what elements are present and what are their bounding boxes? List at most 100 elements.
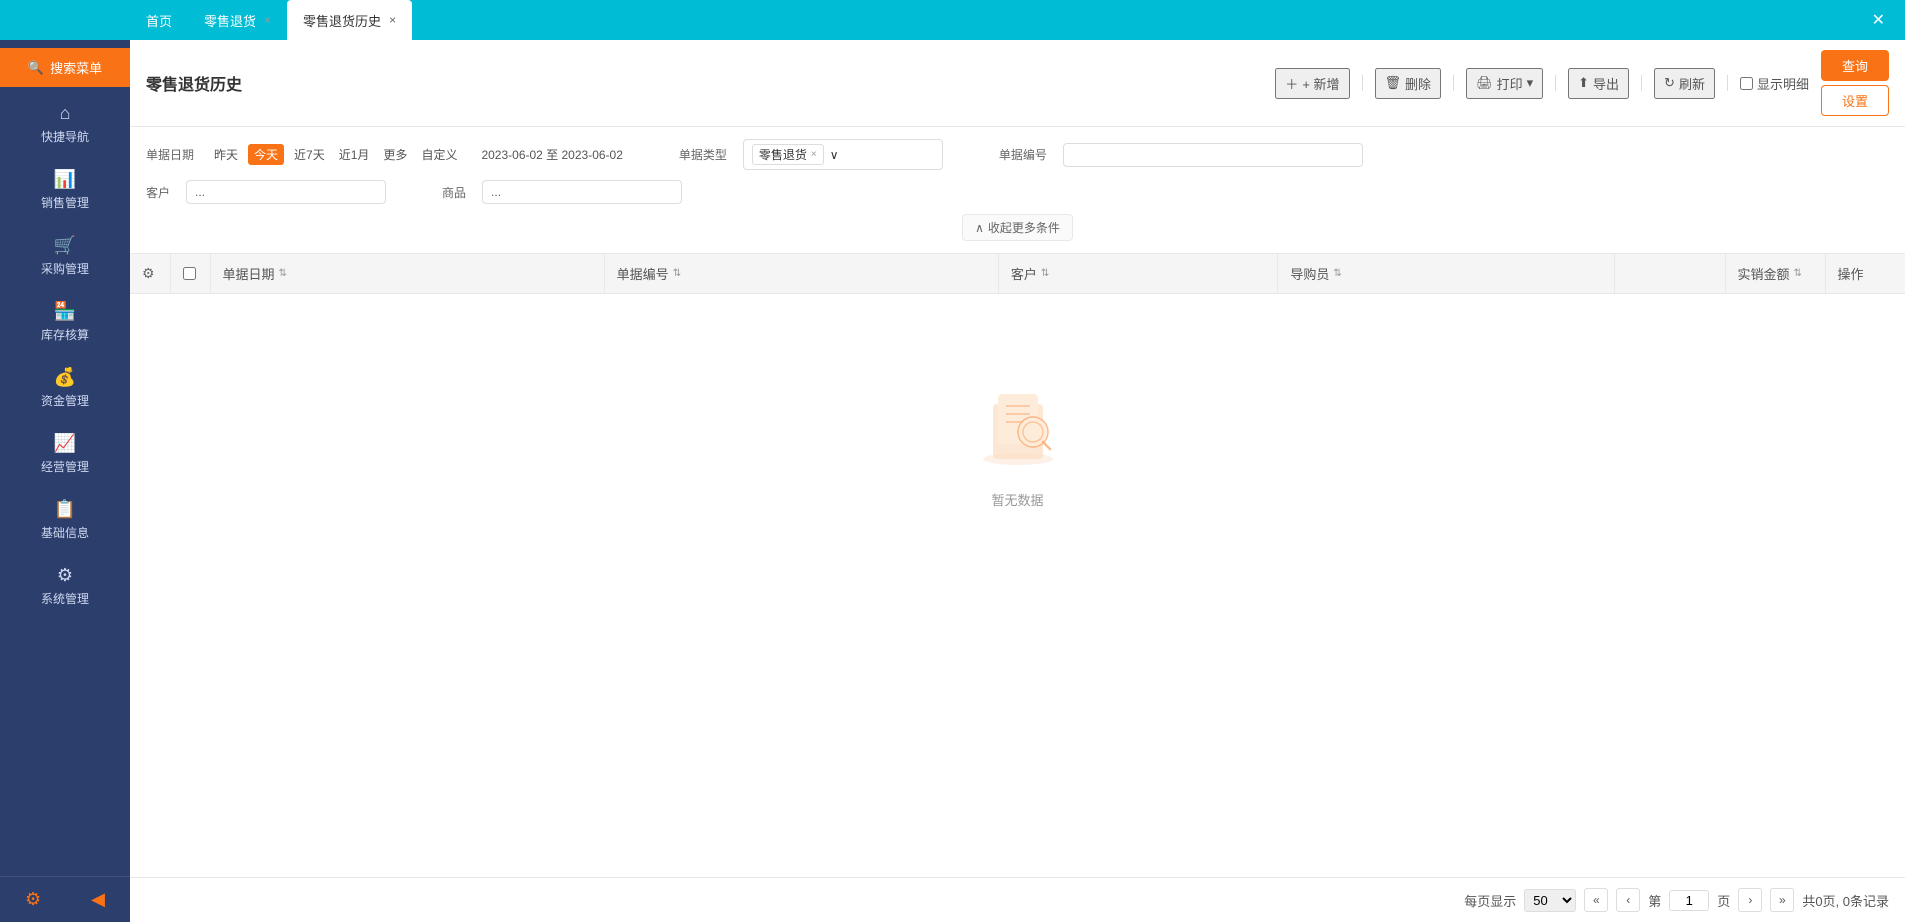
empty-text: 暂无数据 — [991, 490, 1043, 509]
header-actions: ＋ + 新增 🗑 删除 🖨 打印 ▾ ⬆ 导出 — [1275, 50, 1889, 116]
sidebar-item-quick-nav[interactable]: ⌂ 快捷导航 — [0, 91, 130, 157]
sidebar-item-inventory-label: 库存核算 — [41, 326, 89, 343]
type-filter-select[interactable]: 零售退货 × ∨ — [743, 139, 943, 170]
th-customer[interactable]: 客户 — [998, 254, 1278, 294]
refresh-icon: ↻ — [1664, 75, 1675, 91]
sidebar-item-basic-info[interactable]: 📋 基础信息 — [0, 487, 130, 553]
th-checkbox — [170, 254, 210, 294]
home-icon: ⌂ — [60, 103, 71, 124]
sidebar-item-sales-mgmt[interactable]: 📊 销售管理 — [0, 157, 130, 223]
type-tag-value: 零售退货 — [759, 146, 807, 163]
page-label: 第 — [1648, 891, 1661, 910]
ops-icon: 📈 — [54, 433, 76, 454]
collapse-sidebar-icon[interactable]: ◀ — [91, 889, 105, 910]
tab-retail-return-history-close[interactable]: × — [389, 13, 396, 27]
customer-filter-label: 客户 — [146, 184, 170, 201]
setting-button[interactable]: 设置 — [1821, 85, 1889, 116]
date-opt-1month[interactable]: 近1月 — [335, 144, 374, 165]
delete-button[interactable]: 🗑 删除 — [1375, 68, 1442, 99]
inventory-icon: 🏪 — [54, 301, 76, 322]
sidebar-item-inventory[interactable]: 🏪 库存核算 — [0, 289, 130, 355]
date-opt-yesterday[interactable]: 昨天 — [210, 144, 242, 165]
date-opt-more[interactable]: 更多 — [379, 144, 411, 165]
sidebar-item-sys-label: 系统管理 — [41, 590, 89, 607]
date-filter-label: 单据日期 — [146, 146, 194, 163]
table-area: ⚙ 单据日期 — [130, 254, 1905, 877]
divider-1 — [1362, 75, 1363, 91]
sort-guide[interactable]: 导购员 — [1290, 264, 1602, 283]
sidebar-item-finance[interactable]: 💰 资金管理 — [0, 355, 130, 421]
export-button[interactable]: ⬆ 导出 — [1568, 68, 1629, 99]
tab-home[interactable]: 首页 — [130, 0, 188, 40]
select-all-checkbox[interactable] — [183, 267, 196, 280]
sort-bill-no[interactable]: 单据编号 — [617, 264, 986, 283]
sort-customer[interactable]: 客户 — [1011, 264, 1266, 283]
query-button[interactable]: 查询 — [1821, 50, 1889, 81]
sidebar-item-sys-mgmt[interactable]: ⚙ 系统管理 — [0, 553, 130, 619]
search-icon: 🔍 — [28, 60, 44, 76]
tab-retail-return-history[interactable]: 零售退货历史 × — [287, 0, 412, 40]
show-detail-checkbox[interactable] — [1740, 77, 1753, 90]
page-input[interactable] — [1669, 890, 1709, 911]
per-page-select[interactable]: 50 20 100 — [1524, 889, 1576, 912]
sys-icon: ⚙ — [57, 565, 73, 586]
finance-icon: 💰 — [54, 367, 76, 388]
sidebar-item-ops-mgmt[interactable]: 📈 经营管理 — [0, 421, 130, 487]
goods-filter-label: 商品 — [442, 184, 466, 201]
date-opt-custom[interactable]: 自定义 — [417, 144, 461, 165]
last-page-button[interactable]: » — [1770, 888, 1794, 912]
type-tag: 零售退货 × — [752, 144, 824, 165]
empty-state: 暂无数据 — [130, 294, 1905, 589]
date-opt-7days[interactable]: 近7天 — [290, 144, 329, 165]
tab-retail-return-label: 零售退货 — [204, 11, 256, 30]
th-guide[interactable]: 导购员 — [1278, 254, 1615, 294]
type-dropdown-icon[interactable]: ∨ — [830, 148, 839, 162]
print-icon: 🖨 — [1476, 75, 1493, 91]
page-header: 零售退货历史 ＋ + 新增 🗑 删除 🖨 打印 ▾ — [130, 40, 1905, 127]
sidebar-search[interactable]: 🔍 搜索菜单 — [0, 48, 130, 87]
print-button[interactable]: 🖨 打印 ▾ — [1466, 68, 1543, 99]
page-title: 零售退货历史 — [146, 71, 242, 95]
collapse-filter-button[interactable]: ∧ 收起更多条件 — [962, 214, 1073, 241]
customer-input[interactable] — [186, 180, 386, 204]
divider-2 — [1453, 75, 1454, 91]
filter-area: 单据日期 昨天 今天 近7天 近1月 更多 自定义 2023-06-02 至 2… — [130, 127, 1905, 254]
tab-retail-return[interactable]: 零售退货 × — [188, 0, 287, 40]
sidebar-item-purchase-label: 采购管理 — [41, 260, 89, 277]
settings-bottom-icon[interactable]: ⚙ — [25, 889, 41, 910]
sidebar-item-finance-label: 资金管理 — [41, 392, 89, 409]
goods-input[interactable] — [482, 180, 682, 204]
type-tag-close[interactable]: × — [811, 149, 817, 160]
bill-no-label: 单据编号 — [999, 146, 1047, 163]
divider-4 — [1641, 75, 1642, 91]
next-page-button[interactable]: › — [1738, 888, 1762, 912]
sort-amount[interactable]: 实销金额 — [1738, 264, 1813, 283]
print-label: 打印 — [1497, 74, 1523, 93]
sidebar-item-basic-label: 基础信息 — [41, 524, 89, 541]
gear-icon[interactable]: ⚙ — [142, 265, 155, 281]
show-detail-checkbox-label[interactable]: 显示明细 — [1740, 74, 1809, 93]
bill-no-input[interactable] — [1063, 143, 1363, 167]
first-page-button[interactable]: « — [1584, 888, 1608, 912]
pagination-bar: 每页显示 50 20 100 « ‹ 第 页 › » 共0页, 0条记录 — [130, 877, 1905, 922]
table-header: ⚙ 单据日期 — [130, 254, 1905, 294]
sidebar-item-purchase-mgmt[interactable]: 🛒 采购管理 — [0, 223, 130, 289]
new-button[interactable]: ＋ + 新增 — [1275, 68, 1349, 99]
delete-icon: 🗑 — [1385, 75, 1402, 91]
per-page-label: 每页显示 — [1464, 891, 1516, 910]
th-date[interactable]: 单据日期 — [210, 254, 604, 294]
th-bill-no[interactable]: 单据编号 — [604, 254, 998, 294]
date-options: 昨天 今天 近7天 近1月 更多 自定义 — [210, 144, 461, 165]
sort-date[interactable]: 单据日期 — [223, 264, 592, 283]
tab-bar: 首页 零售退货 × 零售退货历史 × ✕ — [0, 0, 1905, 40]
prev-page-button[interactable]: ‹ — [1616, 888, 1640, 912]
date-opt-today[interactable]: 今天 — [248, 144, 284, 165]
empty-illustration — [968, 374, 1068, 474]
window-close-icon[interactable]: ✕ — [1872, 10, 1885, 30]
th-amount[interactable]: 实销金额 — [1725, 254, 1825, 294]
tab-retail-return-history-label: 零售退货历史 — [303, 11, 381, 30]
total-label: 共0页, 0条记录 — [1802, 891, 1889, 910]
refresh-button[interactable]: ↻ 刷新 — [1654, 68, 1715, 99]
tab-retail-return-close[interactable]: × — [264, 13, 271, 27]
show-detail-label: 显示明细 — [1757, 74, 1809, 93]
